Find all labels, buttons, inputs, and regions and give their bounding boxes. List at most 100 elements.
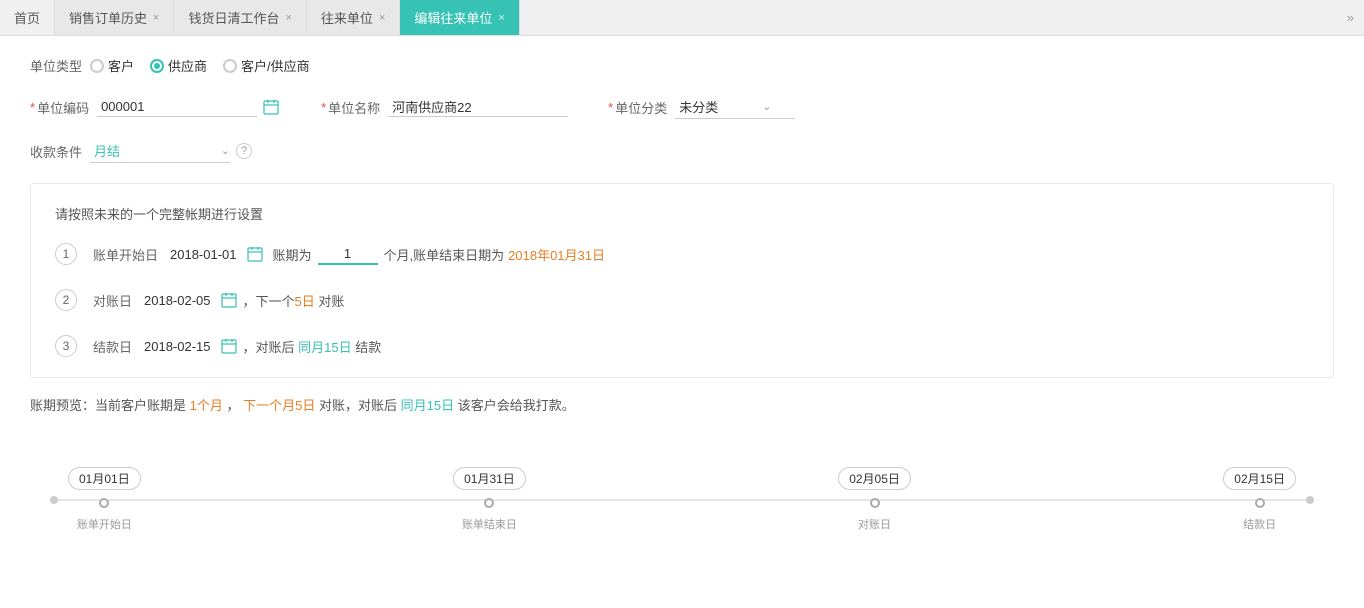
tab-expand-button[interactable]: » xyxy=(1337,0,1364,35)
timeline-sublabel-2: 账单结束日 xyxy=(462,516,517,532)
name-label: 单位名称 xyxy=(328,98,380,117)
radio-both[interactable]: 客户/供应商 xyxy=(223,56,310,75)
timeline-track: 01月01日 账单开始日 01月31日 账单结束日 02 xyxy=(58,467,1306,532)
tab-sales-history-close[interactable]: × xyxy=(153,12,159,24)
tab-partner-label: 往来单位 xyxy=(321,8,373,27)
payment-value: 月结 xyxy=(90,139,217,162)
settings-section: 请按照未来的一个完整帐期进行设置 1 账单开始日 2018-01-01 账期为 … xyxy=(30,183,1334,378)
tab-edit-partner[interactable]: 编辑往来单位 × xyxy=(400,0,519,35)
timeline-label-1: 01月01日 xyxy=(68,467,141,490)
main-content: 单位类型 客户 供应商 客户/供应商 * 单位编码 xyxy=(0,36,1364,608)
timeline-dot-4 xyxy=(1255,498,1265,508)
timeline-node-2: 01月31日 账单结束日 xyxy=(453,467,526,532)
step-desc-suffix-1: 个月,账单结束日期为 xyxy=(384,245,505,264)
preview-label: 账期预览：当前客户账期是 xyxy=(30,398,186,413)
radio-customer[interactable]: 客户 xyxy=(90,56,134,75)
step-desc-2b: 对账 xyxy=(315,291,345,310)
step-date-1: 2018-01-01 xyxy=(170,247,237,262)
tab-partner-close[interactable]: × xyxy=(379,12,385,24)
timeline-node-4: 02月15日 结款日 xyxy=(1223,467,1296,532)
period-input[interactable] xyxy=(318,244,378,265)
tab-partner[interactable]: 往来单位 × xyxy=(307,0,400,35)
timeline-label-3: 02月05日 xyxy=(838,467,911,490)
unit-type-row: 单位类型 客户 供应商 客户/供应商 xyxy=(30,56,1334,75)
tab-cash-work[interactable]: 钱货日清工作台 × xyxy=(174,0,306,35)
timeline-dot-1 xyxy=(99,498,109,508)
timeline-dot-3 xyxy=(870,498,880,508)
category-label: 单位分类 xyxy=(615,98,667,117)
code-input[interactable] xyxy=(97,97,257,117)
category-arrow[interactable]: ⌄ xyxy=(762,100,771,113)
name-input[interactable] xyxy=(388,97,568,117)
name-field-group: * 单位名称 xyxy=(321,97,568,117)
unit-type-radio-group: 客户 供应商 客户/供应商 xyxy=(90,56,310,75)
radio-supplier-label: 供应商 xyxy=(168,56,207,75)
category-required: * xyxy=(608,100,613,115)
code-required: * xyxy=(30,100,35,115)
tab-edit-partner-close[interactable]: × xyxy=(498,12,504,24)
name-required: * xyxy=(321,100,326,115)
timeline-label-4: 02月15日 xyxy=(1223,467,1296,490)
timeline-label-2: 01月31日 xyxy=(453,467,526,490)
tab-edit-partner-label: 编辑往来单位 xyxy=(414,8,492,27)
code-icon[interactable] xyxy=(261,97,281,117)
tab-sales-history-label: 销售订单历史 xyxy=(69,8,147,27)
tab-cash-work-label: 钱货日清工作台 xyxy=(188,8,279,27)
preview-end: 该客户会给我打款。 xyxy=(458,398,575,413)
step-desc-prefix-1: 账期为 xyxy=(273,245,312,264)
preview-part1: 1个月 xyxy=(190,398,223,413)
step-label-1: 账单开始日 xyxy=(93,245,158,264)
payment-help[interactable]: ? xyxy=(236,143,252,159)
preview-sep1: ， xyxy=(227,398,240,413)
radio-both-label: 客户/供应商 xyxy=(241,56,310,75)
code-name-category-row: * 单位编码 * 单位名称 * 单位分类 未分类 ⌄ xyxy=(30,95,1334,119)
payment-dropdown[interactable]: 月结 ⌄ xyxy=(90,139,230,163)
step-label-2: 对账日 xyxy=(93,291,132,310)
code-label: 单位编码 xyxy=(37,98,89,117)
step-date-3: 2018-02-15 xyxy=(144,339,211,354)
step-desc-3a: ，对账后 xyxy=(243,337,295,356)
step-num-1: 1 xyxy=(55,243,77,265)
tab-cash-work-close[interactable]: × xyxy=(285,12,291,24)
timeline-node-3: 02月05日 对账日 xyxy=(838,467,911,532)
step-num-2: 2 xyxy=(55,289,77,311)
timeline-start-dot xyxy=(50,496,58,504)
timeline-sublabel-4: 结款日 xyxy=(1243,516,1276,532)
radio-supplier[interactable]: 供应商 xyxy=(150,56,207,75)
step-row-1: 1 账单开始日 2018-01-01 账期为 个月,账单结束日期为 2018年0… xyxy=(55,243,1309,265)
section-title: 请按照未来的一个完整帐期进行设置 xyxy=(55,204,1309,223)
timeline-dot-2 xyxy=(484,498,494,508)
timeline-sublabel-1: 账单开始日 xyxy=(77,516,132,532)
step-cal-3[interactable] xyxy=(219,336,239,356)
unit-type-label: 单位类型 xyxy=(30,56,82,75)
step-cal-2[interactable] xyxy=(219,290,239,310)
step-desc-2a: ，下一个 xyxy=(243,291,295,310)
radio-customer-label: 客户 xyxy=(108,56,134,75)
category-dropdown[interactable]: 未分类 ⌄ xyxy=(675,95,795,119)
tab-home[interactable]: 首页 xyxy=(0,0,55,35)
preview-sep2: 对账，对账后 xyxy=(319,398,397,413)
preview-part3: 同月15日 xyxy=(401,398,454,413)
step-date-2: 2018-02-05 xyxy=(144,293,211,308)
category-value: 未分类 xyxy=(675,95,722,118)
radio-customer-circle xyxy=(90,59,104,73)
step-cal-1[interactable] xyxy=(245,244,265,264)
tabs-bar: 首页 销售订单历史 × 钱货日清工作台 × 往来单位 × 编辑往来单位 × » xyxy=(0,0,1364,36)
preview-part2: 下一个月5日 xyxy=(243,398,315,413)
step-row-3: 3 结款日 2018-02-15 ，对账后 同月15日 结款 xyxy=(55,335,1309,357)
timeline-end-dot xyxy=(1306,496,1314,504)
payment-arrow[interactable]: ⌄ xyxy=(221,144,230,157)
radio-both-circle xyxy=(223,59,237,73)
payment-row: 收款条件 月结 ⌄ ? xyxy=(30,139,1334,163)
radio-supplier-circle xyxy=(150,59,164,73)
code-field-group: * 单位编码 xyxy=(30,97,281,117)
step-desc-3b: 结款 xyxy=(352,337,382,356)
step-row-2: 2 对账日 2018-02-05 ，下一个 5日 对账 xyxy=(55,289,1309,311)
step-num-3: 3 xyxy=(55,335,77,357)
step-highlight-1: 2018年01月31日 xyxy=(508,245,605,264)
step-highlight-2: 5日 xyxy=(295,291,315,310)
preview-text: 账期预览：当前客户账期是 1个月 ， 下一个月5日 对账，对账后 同月15日 该… xyxy=(30,394,1334,417)
tab-home-label: 首页 xyxy=(14,8,40,27)
tab-sales-history[interactable]: 销售订单历史 × xyxy=(55,0,174,35)
timeline-sublabel-3: 对账日 xyxy=(858,516,891,532)
